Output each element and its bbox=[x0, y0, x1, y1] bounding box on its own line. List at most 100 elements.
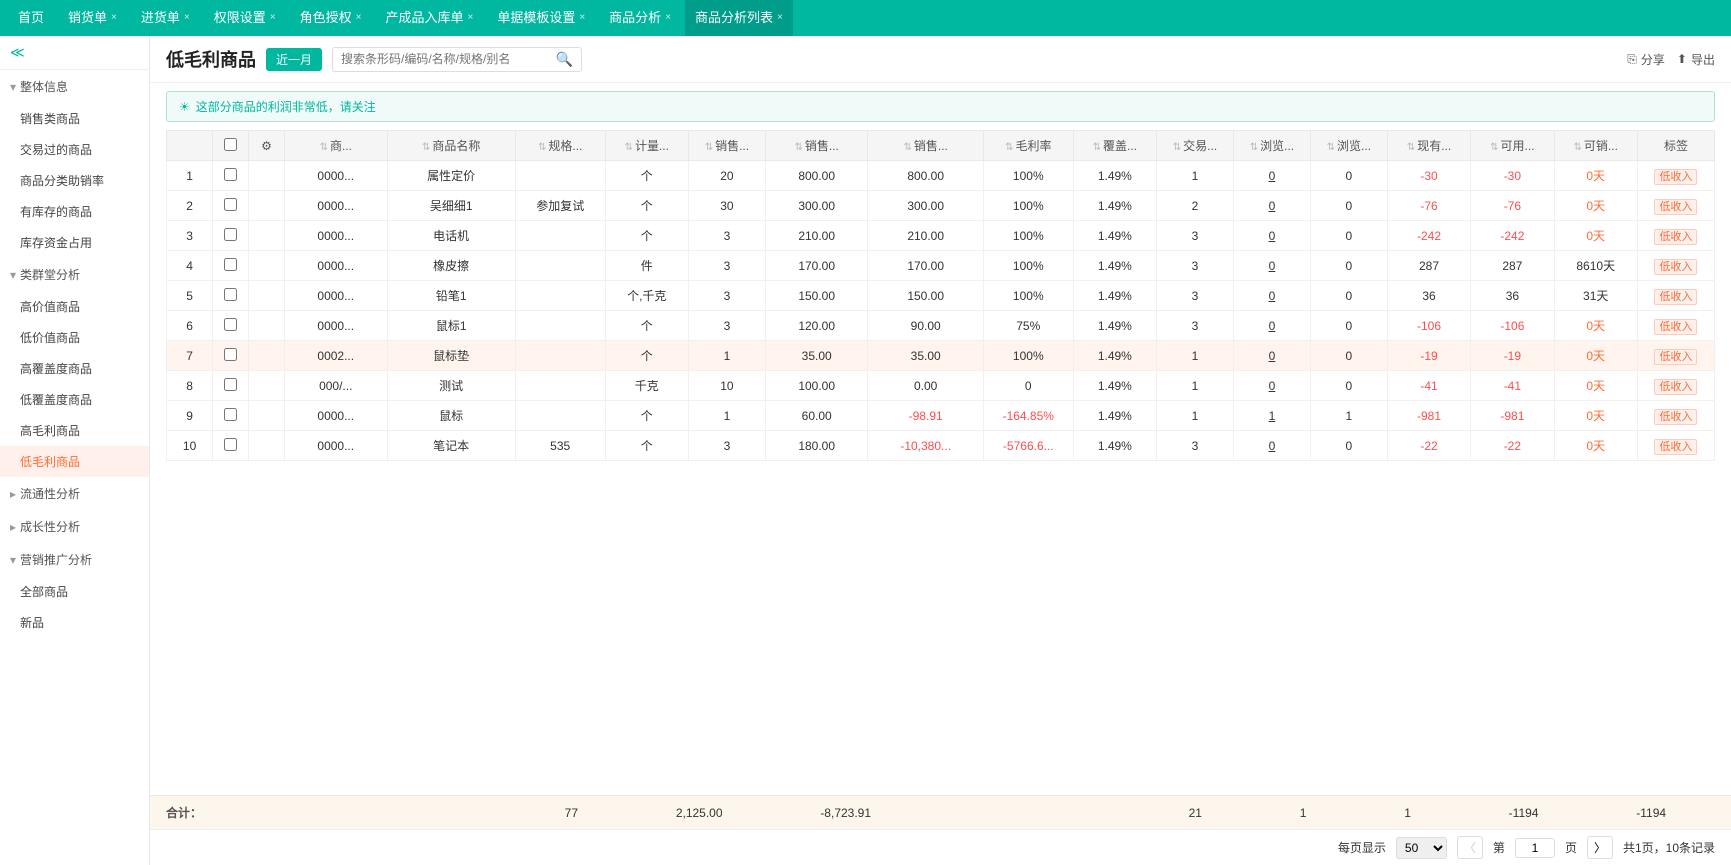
sidebar-item-all-products[interactable]: 全部商品 bbox=[0, 576, 149, 607]
row-checkbox[interactable] bbox=[224, 288, 237, 301]
nav-close-product-entry[interactable]: × bbox=[467, 0, 473, 36]
row-checkbox[interactable] bbox=[224, 378, 237, 391]
cell-unit: 个 bbox=[605, 401, 688, 431]
export-icon: ⬆ bbox=[1677, 52, 1687, 66]
nav-item-template[interactable]: 单据模板设置 × bbox=[487, 0, 595, 36]
row-checkbox[interactable] bbox=[224, 348, 237, 361]
cell-checkbox bbox=[213, 191, 249, 221]
sidebar-item-traded-products[interactable]: 交易过的商品 bbox=[0, 134, 149, 165]
cell-name: 测试 bbox=[387, 371, 515, 401]
browse1-link[interactable]: 0 bbox=[1269, 169, 1276, 183]
browse1-link[interactable]: 0 bbox=[1269, 439, 1276, 453]
date-filter-button[interactable]: 近一月 bbox=[266, 48, 322, 71]
nav-item-purchase[interactable]: 进货单 × bbox=[131, 0, 200, 36]
footer-available: -1194 bbox=[1632, 806, 1670, 820]
page-size-select[interactable]: 50 100 200 bbox=[1396, 837, 1447, 859]
cell-browse2: 0 bbox=[1310, 221, 1387, 251]
sidebar-item-new-products[interactable]: 新品 bbox=[0, 607, 149, 638]
sidebar-item-with-stock[interactable]: 有库存的商品 bbox=[0, 196, 149, 227]
settings-icon[interactable]: ⚙ bbox=[261, 139, 272, 153]
cell-browse1: 0 bbox=[1233, 221, 1310, 251]
sidebar-item-sales-products[interactable]: 销售类商品 bbox=[0, 103, 149, 134]
share-button[interactable]: ⎘ 分享 bbox=[1627, 51, 1665, 68]
row-checkbox[interactable] bbox=[224, 168, 237, 181]
nav-close-analysis[interactable]: × bbox=[665, 0, 671, 36]
row-checkbox[interactable] bbox=[224, 318, 237, 331]
nav-item-sales[interactable]: 销货单 × bbox=[58, 0, 127, 36]
sidebar-item-stock-capital[interactable]: 库存资金占用 bbox=[0, 227, 149, 258]
browse1-link[interactable]: 0 bbox=[1269, 379, 1276, 393]
cell-gross-rate: 0 bbox=[983, 371, 1073, 401]
nav-close-analysis-list[interactable]: × bbox=[777, 0, 783, 36]
nav-close-purchase[interactable]: × bbox=[184, 0, 190, 36]
row-checkbox[interactable] bbox=[224, 258, 237, 271]
cell-coverage: 1.49% bbox=[1073, 281, 1156, 311]
cell-settings bbox=[249, 341, 285, 371]
nav-item-analysis[interactable]: 商品分析 × bbox=[599, 0, 681, 36]
tag-badge: 低收入 bbox=[1654, 319, 1697, 335]
next-page-button[interactable]: 〉 bbox=[1587, 836, 1613, 859]
browse1-link[interactable]: 0 bbox=[1269, 229, 1276, 243]
sidebar-section-overview[interactable]: ▾ 整体信息 bbox=[0, 70, 149, 103]
sidebar-item-low-margin[interactable]: 低毛利商品 bbox=[0, 446, 149, 477]
page-input[interactable] bbox=[1515, 838, 1555, 858]
cell-tag: 低收入 bbox=[1637, 431, 1714, 461]
cell-name: 铅笔1 bbox=[387, 281, 515, 311]
sidebar-collapse-btn[interactable]: ≪ bbox=[6, 40, 29, 65]
nav-item-role[interactable]: 角色授权 × bbox=[290, 0, 372, 36]
page-header: 低毛利商品 近一月 🔍 ⎘ 分享 ⬆ 导出 bbox=[150, 36, 1731, 83]
prev-page-button[interactable]: 〈 bbox=[1457, 836, 1483, 859]
sidebar-item-high-coverage[interactable]: 高覆盖度商品 bbox=[0, 353, 149, 384]
nav-item-home[interactable]: 首页 bbox=[8, 0, 54, 36]
export-button[interactable]: ⬆ 导出 bbox=[1677, 51, 1715, 68]
sidebar-item-category-rate[interactable]: 商品分类助销率 bbox=[0, 165, 149, 196]
sidebar-section-circulation[interactable]: ▸ 流通性分析 bbox=[0, 477, 149, 510]
sidebar-section-cluster[interactable]: ▾ 类群堂分析 bbox=[0, 258, 149, 291]
browse1-link[interactable]: 0 bbox=[1269, 259, 1276, 273]
cell-checkbox bbox=[213, 371, 249, 401]
cell-sales-count: 20 bbox=[688, 161, 765, 191]
sidebar-item-high-margin[interactable]: 高毛利商品 bbox=[0, 415, 149, 446]
row-checkbox[interactable] bbox=[224, 228, 237, 241]
cell-settings bbox=[249, 281, 285, 311]
select-all-checkbox[interactable] bbox=[224, 138, 237, 151]
nav-item-analysis-list[interactable]: 商品分析列表 × bbox=[685, 0, 793, 36]
search-input[interactable] bbox=[341, 52, 550, 66]
cell-browse1: 0 bbox=[1233, 161, 1310, 191]
row-checkbox[interactable] bbox=[224, 198, 237, 211]
sidebar-item-low-value[interactable]: 低价值商品 bbox=[0, 322, 149, 353]
nav-close-permission[interactable]: × bbox=[270, 0, 276, 36]
sidebar-section-marketing[interactable]: ▾ 营销推广分析 bbox=[0, 543, 149, 576]
browse1-link[interactable]: 0 bbox=[1269, 289, 1276, 303]
nav-close-role[interactable]: × bbox=[356, 0, 362, 36]
cell-code: 0000... bbox=[284, 401, 387, 431]
cell-tag: 低收入 bbox=[1637, 401, 1714, 431]
browse1-link[interactable]: 0 bbox=[1269, 319, 1276, 333]
browse1-link[interactable]: 0 bbox=[1269, 349, 1276, 363]
search-icon[interactable]: 🔍 bbox=[556, 51, 573, 68]
cell-browse1: 0 bbox=[1233, 311, 1310, 341]
cell-browse2: 0 bbox=[1310, 341, 1387, 371]
cell-code: 0000... bbox=[284, 251, 387, 281]
sidebar-item-high-value[interactable]: 高价值商品 bbox=[0, 291, 149, 322]
nav-item-product-entry[interactable]: 产成品入库单 × bbox=[375, 0, 483, 36]
nav-item-permission[interactable]: 权限设置 × bbox=[204, 0, 286, 36]
sidebar-section-growth[interactable]: ▸ 成长性分析 bbox=[0, 510, 149, 543]
row-checkbox[interactable] bbox=[224, 438, 237, 451]
cell-checkbox bbox=[213, 311, 249, 341]
cell-current: -242 bbox=[1387, 221, 1470, 251]
col-unit: ⇅计量... bbox=[605, 131, 688, 161]
cell-current: 36 bbox=[1387, 281, 1470, 311]
nav-close-sales[interactable]: × bbox=[111, 0, 117, 36]
cell-transaction: 2 bbox=[1157, 191, 1234, 221]
cell-available: -41 bbox=[1471, 371, 1554, 401]
cell-tag: 低收入 bbox=[1637, 191, 1714, 221]
cell-sales-count: 3 bbox=[688, 281, 765, 311]
browse1-link[interactable]: 0 bbox=[1269, 199, 1276, 213]
cell-gross-rate: 100% bbox=[983, 191, 1073, 221]
row-checkbox[interactable] bbox=[224, 408, 237, 421]
sidebar-item-low-coverage[interactable]: 低覆盖度商品 bbox=[0, 384, 149, 415]
cell-index: 3 bbox=[167, 221, 213, 251]
nav-close-template[interactable]: × bbox=[579, 0, 585, 36]
browse1-link[interactable]: 1 bbox=[1269, 409, 1276, 423]
